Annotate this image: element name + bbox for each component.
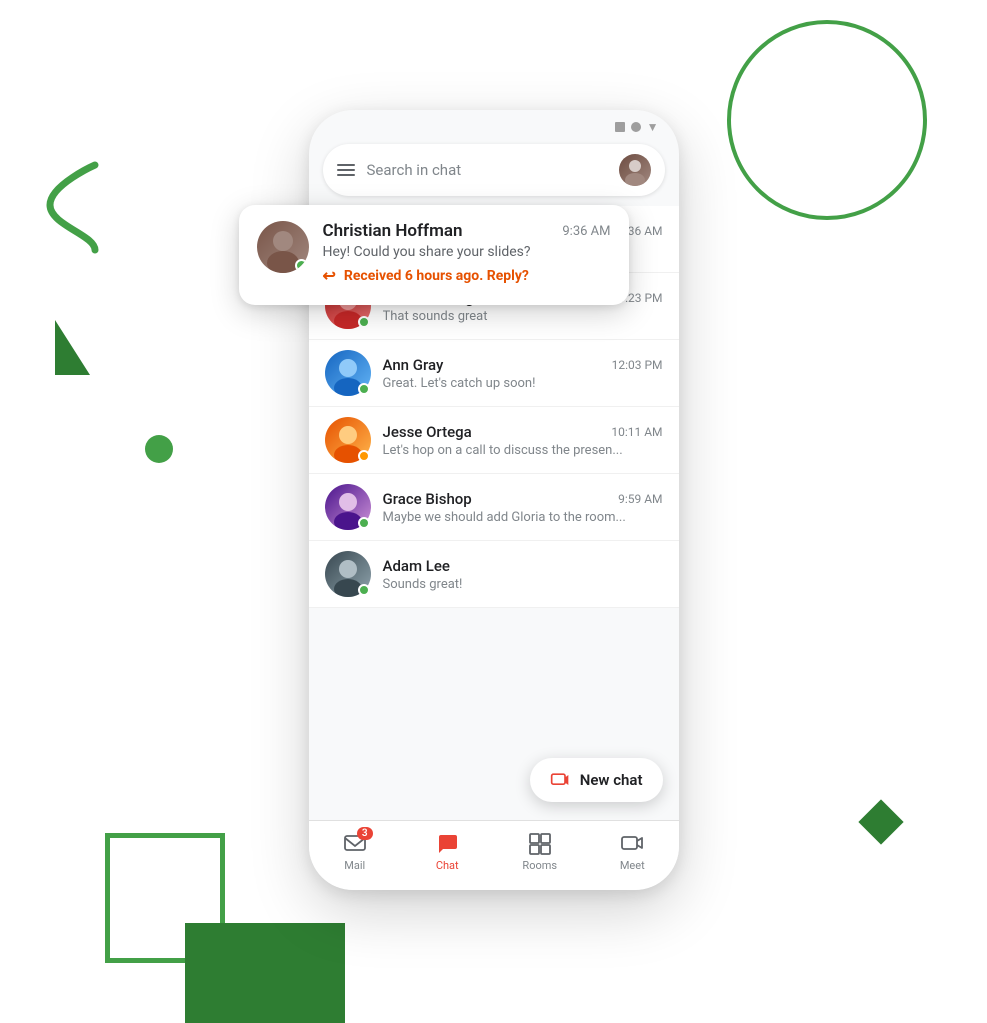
chat-item[interactable]: Grace Bishop 9:59 AM Maybe we should add… (309, 474, 679, 541)
nav-item-mail[interactable]: 3 Mail (325, 831, 385, 872)
chat-info: Grace Bishop 9:59 AM Maybe we should add… (383, 490, 663, 525)
nav-item-meet[interactable]: Meet (602, 831, 662, 872)
new-chat-fab[interactable]: New chat (530, 758, 663, 802)
busy-status-dot (358, 450, 370, 462)
chat-icon (435, 831, 459, 855)
nav-icon-wrap-rooms (528, 831, 552, 855)
deco-circle-outline (727, 20, 927, 220)
new-chat-label: New chat (580, 771, 643, 789)
chat-item[interactable]: Jesse Ortega 10:11 AM Let's hop on a cal… (309, 407, 679, 474)
new-chat-icon (550, 770, 570, 790)
chat-name: Ann Gray (383, 356, 444, 374)
nav-icon-wrap-mail: 3 (343, 831, 367, 855)
avatar-wrap (325, 484, 371, 530)
hamburger-menu-icon[interactable] (337, 164, 355, 176)
nav-label-rooms: Rooms (522, 859, 557, 872)
phone-wrapper: Christian Hoffman 9:36 AM Hey! Could you… (279, 50, 709, 920)
status-square-icon (615, 122, 625, 132)
reply-arrow-icon: ↩ (323, 266, 336, 285)
nav-label-meet: Meet (620, 859, 645, 872)
chat-preview: Maybe we should add Gloria to the room..… (383, 510, 663, 525)
chat-name: Adam Lee (383, 557, 450, 575)
chat-info: Ann Gray 12:03 PM Great. Let's catch up … (383, 356, 663, 391)
chat-name: Jesse Ortega (383, 423, 472, 441)
online-status-dot (358, 517, 370, 529)
notif-time: 9:36 AM (562, 224, 610, 239)
chat-info: Jesse Ortega 10:11 AM Let's hop on a cal… (383, 423, 663, 458)
search-bar[interactable]: Search in chat (323, 144, 665, 196)
mail-badge: 3 (357, 827, 373, 840)
chat-preview: Great. Let's catch up soon! (383, 376, 663, 391)
meet-icon (620, 831, 644, 855)
online-status-dot (358, 383, 370, 395)
notif-message: Hey! Could you share your slides? (323, 244, 611, 260)
nav-item-chat[interactable]: Chat (417, 831, 477, 872)
status-dot-icon (631, 122, 641, 132)
notif-sender-name: Christian Hoffman (323, 221, 463, 241)
user-avatar[interactable] (619, 154, 651, 186)
notification-card: Christian Hoffman 9:36 AM Hey! Could you… (239, 205, 629, 305)
chat-info: Adam Lee Sounds great! (383, 557, 663, 592)
nav-label-chat: Chat (436, 859, 459, 872)
deco-circle-green (145, 435, 173, 463)
status-bar: ▼ (309, 110, 679, 138)
chat-name: Grace Bishop (383, 490, 472, 508)
nav-label-mail: Mail (344, 859, 365, 872)
chat-preview: Let's hop on a call to discuss the prese… (383, 443, 663, 458)
nav-icon-wrap-meet (620, 831, 644, 855)
bottom-nav: 3 Mail Chat (309, 820, 679, 890)
rooms-icon (528, 831, 552, 855)
avatar-wrap (325, 417, 371, 463)
nav-item-rooms[interactable]: Rooms (510, 831, 570, 872)
avatar-wrap (325, 551, 371, 597)
notif-avatar (257, 221, 309, 273)
nav-icon-wrap-chat (435, 831, 459, 855)
chat-preview: Sounds great! (383, 577, 663, 592)
search-input[interactable]: Search in chat (367, 161, 607, 179)
chat-time: 10:11 AM (611, 425, 662, 439)
deco-triangle (55, 320, 90, 375)
chat-time: 9:59 AM (618, 492, 662, 506)
chat-item[interactable]: Ann Gray 12:03 PM Great. Let's catch up … (309, 340, 679, 407)
deco-s-curve (40, 155, 110, 255)
chat-time: 12:03 PM (612, 358, 663, 372)
deco-rect-filled (185, 923, 345, 1023)
online-status-dot (358, 584, 370, 596)
deco-diamond (858, 799, 903, 844)
chat-item[interactable]: Adam Lee Sounds great! (309, 541, 679, 608)
chat-preview: That sounds great (383, 309, 663, 324)
status-arrow-icon: ▼ (647, 120, 659, 134)
notif-cta[interactable]: ↩ Received 6 hours ago. Reply? (323, 266, 611, 285)
avatar-wrap (325, 350, 371, 396)
online-status-dot (358, 316, 370, 328)
